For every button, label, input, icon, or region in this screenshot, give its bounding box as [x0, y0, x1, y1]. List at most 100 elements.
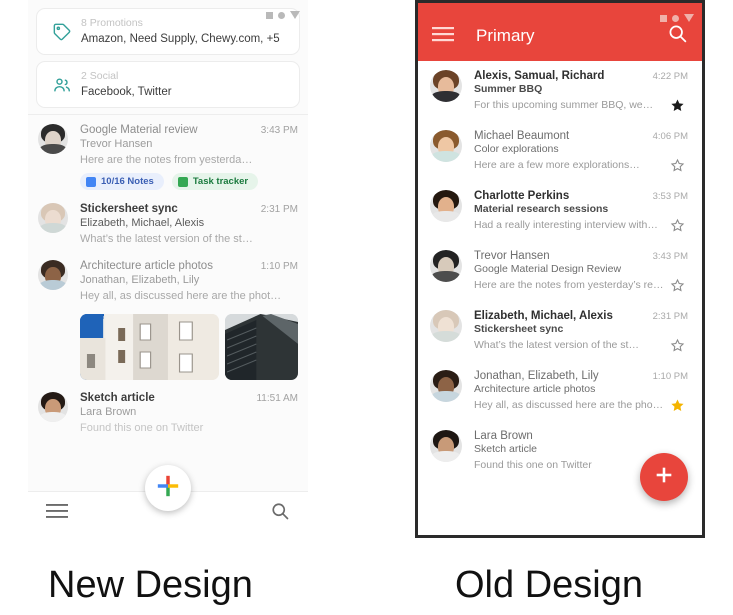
message-time: 1:10 PM	[652, 371, 688, 382]
message-snippet: Here are the notes from yesterday’s re…	[474, 279, 664, 291]
bundle-card-social[interactable]: 2 Social Facebook, Twitter	[36, 61, 300, 108]
bundle-senders: Amazon, Need Supply, Chewy.com, +5	[81, 33, 280, 45]
old-design-phone: Primary Alexis, Samual, Richard 4:22 PM …	[415, 0, 705, 538]
circle-icon	[672, 14, 679, 22]
attachment-chip-tasks[interactable]: Task tracker	[171, 173, 259, 190]
star-icon[interactable]	[666, 338, 688, 353]
message-subject: Google Material Design Review	[474, 263, 622, 275]
message-time: 3:43 PM	[652, 251, 688, 262]
message-snippet: Found this one on Twitter	[474, 459, 592, 471]
message-subject: Summer BBQ	[474, 83, 543, 95]
bundle-card-promotions[interactable]: 8 Promotions Amazon, Need Supply, Chewy.…	[36, 8, 300, 55]
thread-people: Lara Brown	[80, 406, 137, 418]
attachment-chip-notes[interactable]: 10/16 Notes	[80, 173, 164, 190]
avatar	[430, 190, 462, 222]
thread-people: Jonathan, Elizabeth, Lily	[80, 274, 200, 286]
avatar	[38, 124, 68, 154]
avatar	[430, 370, 462, 402]
message-row[interactable]: Elizabeth, Michael, Alexis 2:31 PM Stick…	[418, 301, 702, 361]
message-sender: Trevor Hansen	[474, 250, 550, 262]
avatar	[38, 203, 68, 233]
search-icon[interactable]	[270, 501, 290, 526]
message-subject: Architecture article photos	[474, 383, 596, 395]
thread-time: 3:43 PM	[260, 125, 298, 136]
building-photo-2[interactable]	[224, 314, 298, 380]
message-snippet: For this upcoming summer BBQ, we…	[474, 99, 654, 111]
thread-row[interactable]: Sketch article 11:51 AM Lara Brown Found…	[28, 388, 308, 442]
thread-subject: Google Material review	[80, 124, 198, 136]
message-time: 3:53 PM	[652, 191, 688, 202]
message-sender: Jonathan, Elizabeth, Lily	[474, 370, 599, 382]
new-design-phone: 8 Promotions Amazon, Need Supply, Chewy.…	[28, 0, 308, 535]
message-subject: Stickersheet sync	[474, 323, 564, 335]
message-row[interactable]: Alexis, Samual, Richard 4:22 PM Summer B…	[418, 61, 702, 121]
thread-subject: Stickersheet sync	[80, 203, 178, 215]
message-snippet: Hey all, as discussed here are the phot…	[474, 399, 666, 411]
message-sender: Elizabeth, Michael, Alexis	[474, 310, 613, 322]
message-row[interactable]: Trevor Hansen 3:43 PM Google Material De…	[418, 241, 702, 301]
thread-subject: Sketch article	[80, 392, 155, 404]
message-sender: Charlotte Perkins	[474, 190, 570, 202]
avatar	[430, 130, 462, 162]
thread-snippet: Here are the notes from yesterda…	[80, 154, 253, 166]
star-icon[interactable]	[666, 218, 688, 233]
thread-time: 1:10 PM	[260, 261, 298, 272]
avatar	[430, 250, 462, 282]
message-row[interactable]: Charlotte Perkins 3:53 PM Material resea…	[418, 181, 702, 241]
star-icon[interactable]	[666, 398, 688, 413]
thread-time: 11:51 AM	[256, 393, 298, 404]
thread-snippet: Found this one on Twitter	[80, 422, 204, 434]
thread-row[interactable]: Architecture article photos 1:10 PM Jona…	[28, 253, 308, 310]
message-sender: Lara Brown	[474, 430, 533, 442]
app-bar-title: Primary	[476, 26, 535, 45]
message-time: 4:22 PM	[652, 71, 688, 82]
bundle-senders: Facebook, Twitter	[81, 86, 172, 98]
avatar	[430, 70, 462, 102]
compose-fab-new[interactable]	[145, 465, 191, 511]
message-subject: Color explorations	[474, 143, 559, 155]
chip-label: Task tracker	[192, 176, 249, 187]
star-icon[interactable]	[666, 158, 688, 173]
square-icon	[266, 11, 273, 19]
message-subject: Material research sessions	[474, 203, 609, 215]
hamburger-menu-icon[interactable]	[46, 503, 68, 524]
keep-notes-icon	[86, 176, 96, 187]
google-plus-compose-icon	[155, 473, 181, 504]
triangle-icon	[290, 11, 300, 19]
people-group-icon	[47, 75, 77, 95]
message-sender: Michael Beaumont	[474, 130, 570, 142]
message-time: 2:31 PM	[652, 311, 688, 322]
thread-row[interactable]: Google Material review 3:43 PM Trevor Ha…	[28, 115, 308, 196]
thread-people: Trevor Hansen	[80, 138, 153, 150]
attachment-thumbnails	[28, 310, 308, 388]
message-snippet: Here are a few more explorations…	[474, 159, 640, 171]
sheets-icon	[177, 176, 188, 187]
building-photo-1[interactable]	[80, 314, 219, 380]
caption-new-design: New Design	[48, 564, 253, 606]
square-icon	[660, 14, 667, 22]
message-row[interactable]: Jonathan, Elizabeth, Lily 1:10 PM Archit…	[418, 361, 702, 421]
thread-row[interactable]: Stickersheet sync 2:31 PM Elizabeth, Mic…	[28, 196, 308, 253]
status-bar-new	[266, 0, 308, 26]
star-icon[interactable]	[666, 98, 688, 113]
message-snippet: Had a really interesting interview with…	[474, 219, 658, 231]
star-icon[interactable]	[666, 278, 688, 293]
hamburger-menu-icon[interactable]	[432, 26, 454, 47]
triangle-icon	[684, 14, 694, 22]
message-sender: Alexis, Samual, Richard	[474, 70, 605, 82]
bundle-title: 2 Social	[81, 70, 119, 82]
compose-plus-icon	[653, 464, 675, 491]
message-time: 4:06 PM	[652, 131, 688, 142]
compose-fab-old[interactable]	[640, 453, 688, 501]
status-bar-old	[660, 3, 702, 29]
thread-subject: Architecture article photos	[80, 260, 213, 272]
avatar	[38, 392, 68, 422]
caption-old-design: Old Design	[455, 564, 643, 606]
label-tag-icon	[47, 22, 77, 42]
avatar	[38, 260, 68, 290]
thread-snippet: What’s the latest version of the st…	[80, 233, 253, 245]
app-bar: Primary	[418, 3, 702, 61]
message-row[interactable]: Michael Beaumont 4:06 PM Color explorati…	[418, 121, 702, 181]
chip-label: 10/16 Notes	[101, 176, 154, 187]
avatar	[430, 430, 462, 462]
